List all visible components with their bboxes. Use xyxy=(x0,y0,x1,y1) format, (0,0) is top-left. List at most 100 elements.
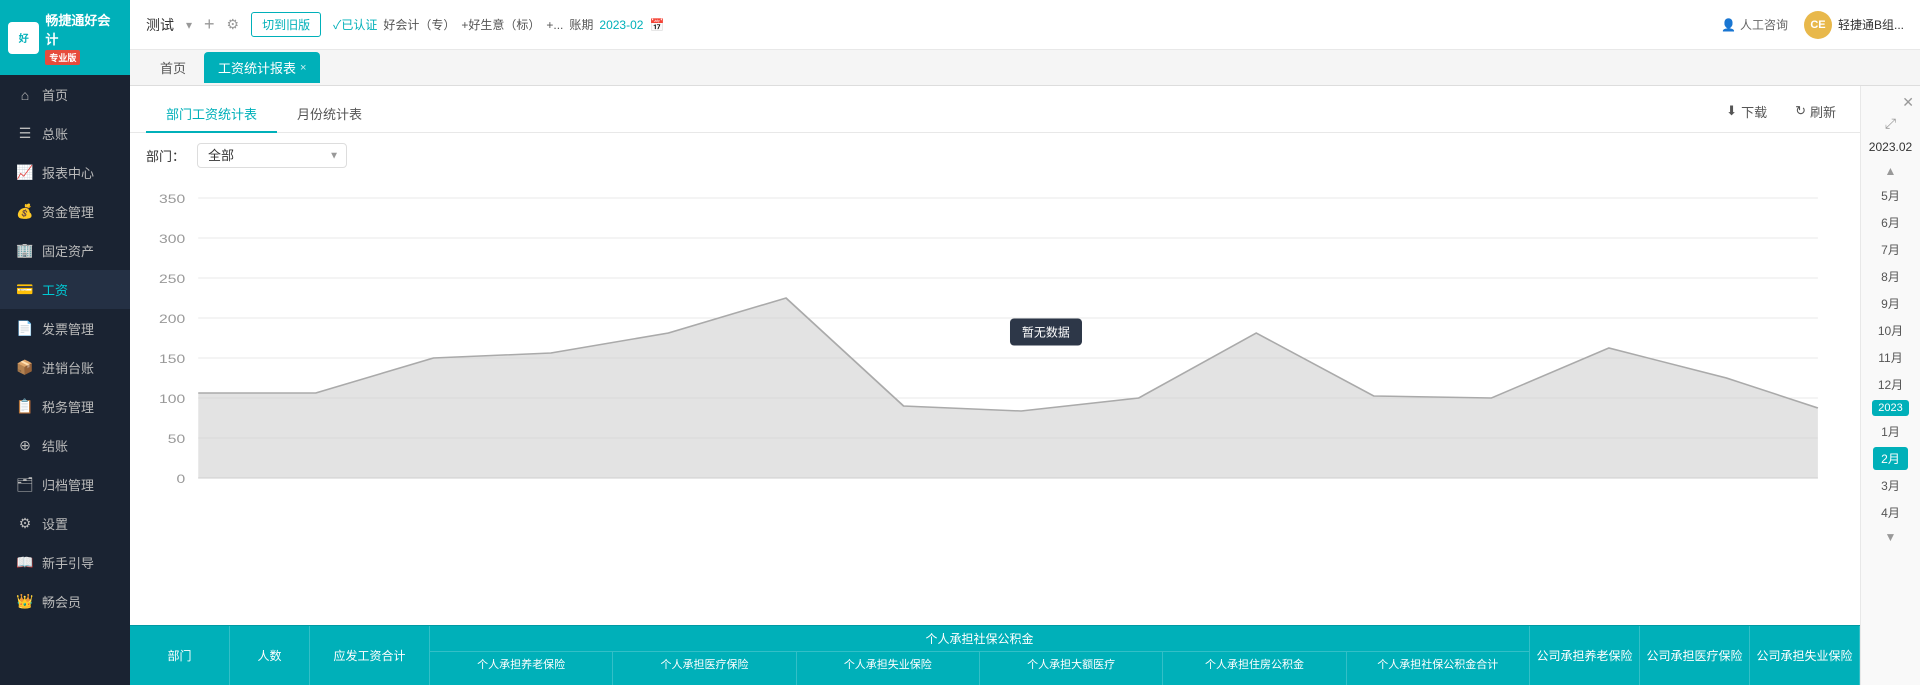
download-label: 下载 xyxy=(1741,102,1767,121)
sidebar-item-archive[interactable]: 🗂 归档管理 xyxy=(0,465,130,504)
sidebar-item-invoice[interactable]: 📄 发票管理 xyxy=(0,309,130,348)
header-add-button[interactable]: + xyxy=(204,14,215,35)
refresh-button[interactable]: ↻ 刷新 xyxy=(1787,98,1844,125)
col-dept-label: 部门 xyxy=(167,647,191,664)
filter-toolbar: 部门： 全部 xyxy=(130,133,1860,178)
tab-salary-report[interactable]: 工资统计报表 × xyxy=(204,52,320,83)
sub-tab-month-label: 月份统计表 xyxy=(297,107,362,122)
svg-text:250: 250 xyxy=(159,272,185,286)
svg-text:150: 150 xyxy=(159,352,185,366)
sidebar: 好 畅捷通好会计 专业版 ⌂ 首页 ☰ 总账 📈 报表中心 💰 资金管理 🏢 固… xyxy=(0,0,130,685)
panel-close-x[interactable]: ✕ xyxy=(1902,94,1920,111)
support-label: 人工咨询 xyxy=(1740,16,1788,33)
col-total-salary-label: 应发工资合计 xyxy=(333,647,405,664)
refresh-icon: ↻ xyxy=(1795,103,1806,119)
sidebar-item-tax[interactable]: 📋 税务管理 xyxy=(0,387,130,426)
support-button[interactable]: 👤 人工咨询 xyxy=(1721,16,1788,33)
tax-icon: 📋 xyxy=(16,398,34,415)
sidebar-item-sales[interactable]: 📦 进销台账 xyxy=(0,348,130,387)
sidebar-item-settings[interactable]: ⚙ 设置 xyxy=(0,504,130,543)
ledger-icon: ☰ xyxy=(16,125,34,142)
user-name: 轻捷通B组... xyxy=(1838,16,1904,33)
header-status: ✓已认证 好会计（专） +好生意（标） +... 账期 2023-02 📅 xyxy=(333,16,664,33)
user-menu[interactable]: CE 轻捷通B组... xyxy=(1804,11,1904,39)
chart-area: 0 50 100 150 200 250 300 350 xyxy=(130,178,1860,625)
col-company-pension: 公司承担养老保险 xyxy=(1530,626,1640,685)
col-headcount-label: 人数 xyxy=(257,647,281,664)
panel-month-11[interactable]: 11月 xyxy=(1870,346,1910,369)
tab-close-icon[interactable]: × xyxy=(300,62,306,74)
chart-container: 0 50 100 150 200 250 300 350 xyxy=(146,178,1844,498)
sidebar-item-member[interactable]: 👑 畅会员 xyxy=(0,582,130,621)
panel-expand-icon[interactable]: ⤢ xyxy=(1885,115,1896,132)
filter-dept-label: 部门： xyxy=(146,146,185,165)
right-panel: ✕ ⤢ 2023.02 ▲ 5月 6月 7月 8月 9月 10月 11月 12月… xyxy=(1860,86,1920,685)
header-title: 测试 xyxy=(146,15,174,35)
panel-month-8[interactable]: 8月 xyxy=(1873,265,1908,288)
sidebar-item-reports[interactable]: 📈 报表中心 xyxy=(0,153,130,192)
tab-home[interactable]: 首页 xyxy=(146,52,200,83)
filter-left: 部门： 全部 xyxy=(146,143,347,168)
invoice-icon: 📄 xyxy=(16,320,34,337)
sidebar-item-guide[interactable]: 📖 新手引导 xyxy=(0,543,130,582)
svg-text:200: 200 xyxy=(159,312,185,326)
tab-salary-report-label: 工资统计报表 xyxy=(218,58,296,77)
sidebar-label-invoice: 发票管理 xyxy=(42,319,94,338)
panel-month-4[interactable]: 4月 xyxy=(1873,501,1908,524)
sidebar-item-salary[interactable]: 💳 工资 xyxy=(0,270,130,309)
member-icon: 👑 xyxy=(16,593,34,610)
header-gear-button[interactable]: ⚙ xyxy=(227,16,240,33)
panel-month-2-active[interactable]: 2月 xyxy=(1873,447,1908,470)
sidebar-item-close[interactable]: ⊕ 结账 xyxy=(0,426,130,465)
panel-month-7[interactable]: 7月 xyxy=(1873,238,1908,261)
status-good: 好会计（专） xyxy=(383,16,455,33)
logo-text-block: 畅捷通好会计 专业版 xyxy=(45,10,122,65)
dept-select[interactable]: 全部 xyxy=(197,143,347,168)
tab-home-label: 首页 xyxy=(160,58,186,77)
sidebar-label-member: 畅会员 xyxy=(42,592,81,611)
sidebar-item-home[interactable]: ⌂ 首页 xyxy=(0,75,130,114)
sidebar-item-funds[interactable]: 💰 资金管理 xyxy=(0,192,130,231)
sub-tab-month[interactable]: 月份统计表 xyxy=(277,96,382,133)
col-total-salary: 应发工资合计 xyxy=(310,626,430,685)
sub-tab-dept[interactable]: 部门工资统计表 xyxy=(146,96,277,133)
group-title: 个人承担社保公积金 xyxy=(430,626,1529,652)
col-company-unemployment-label: 公司承担失业保险 xyxy=(1756,647,1852,664)
calendar-icon[interactable]: 📅 xyxy=(649,18,664,32)
table-header: 部门 人数 应发工资合计 个人承担社保公积金 个人承担养老保险 xyxy=(130,625,1860,685)
switch-version-button[interactable]: 切到旧版 xyxy=(251,12,321,37)
panel-month-12[interactable]: 12月 xyxy=(1870,373,1911,396)
panel-nav-down[interactable]: ▼ xyxy=(1879,528,1903,546)
panel-month-1[interactable]: 1月 xyxy=(1873,420,1908,443)
status-verified: ✓已认证 xyxy=(333,16,377,33)
panel-month-6[interactable]: 6月 xyxy=(1873,211,1908,234)
status-biz: +好生意（标） xyxy=(461,16,540,33)
sub-tab-dept-label: 部门工资统计表 xyxy=(166,107,257,122)
col-personal-housing: 个人承担住房公积金 xyxy=(1163,652,1346,685)
panel-current-date[interactable]: 2023.02 xyxy=(1863,136,1918,158)
sidebar-label-home: 首页 xyxy=(42,85,68,104)
header-dropdown-arrow[interactable]: ▾ xyxy=(186,18,192,32)
sidebar-item-ledger[interactable]: ☰ 总账 xyxy=(0,114,130,153)
panel-year-badge[interactable]: 2023 xyxy=(1872,400,1908,416)
col-company-medical: 公司承担医疗保险 xyxy=(1640,626,1750,685)
svg-text:50: 50 xyxy=(168,432,186,446)
panel-month-5[interactable]: 5月 xyxy=(1873,184,1908,207)
app-logo: 好 畅捷通好会计 专业版 xyxy=(0,0,130,75)
sidebar-label-tax: 税务管理 xyxy=(42,397,94,416)
panel-month-10[interactable]: 10月 xyxy=(1870,319,1911,342)
col-dept: 部门 xyxy=(130,626,230,685)
support-icon: 👤 xyxy=(1721,18,1736,32)
sidebar-label-salary: 工资 xyxy=(42,280,68,299)
group-sub-cols: 个人承担养老保险 个人承担医疗保险 个人承担失业保险 个人承担大额医疗 个人承担 xyxy=(430,652,1529,685)
download-button[interactable]: ⬇ 下载 xyxy=(1718,98,1775,125)
sidebar-item-assets[interactable]: 🏢 固定资产 xyxy=(0,231,130,270)
sidebar-label-sales: 进销台账 xyxy=(42,358,94,377)
col-headcount: 人数 xyxy=(230,626,310,685)
panel-month-3[interactable]: 3月 xyxy=(1873,474,1908,497)
sidebar-label-settings: 设置 xyxy=(42,514,68,533)
col-company-unemployment: 公司承担失业保险 xyxy=(1750,626,1860,685)
panel-nav-up[interactable]: ▲ xyxy=(1879,162,1903,180)
panel-month-9[interactable]: 9月 xyxy=(1873,292,1908,315)
home-icon: ⌂ xyxy=(16,87,34,103)
